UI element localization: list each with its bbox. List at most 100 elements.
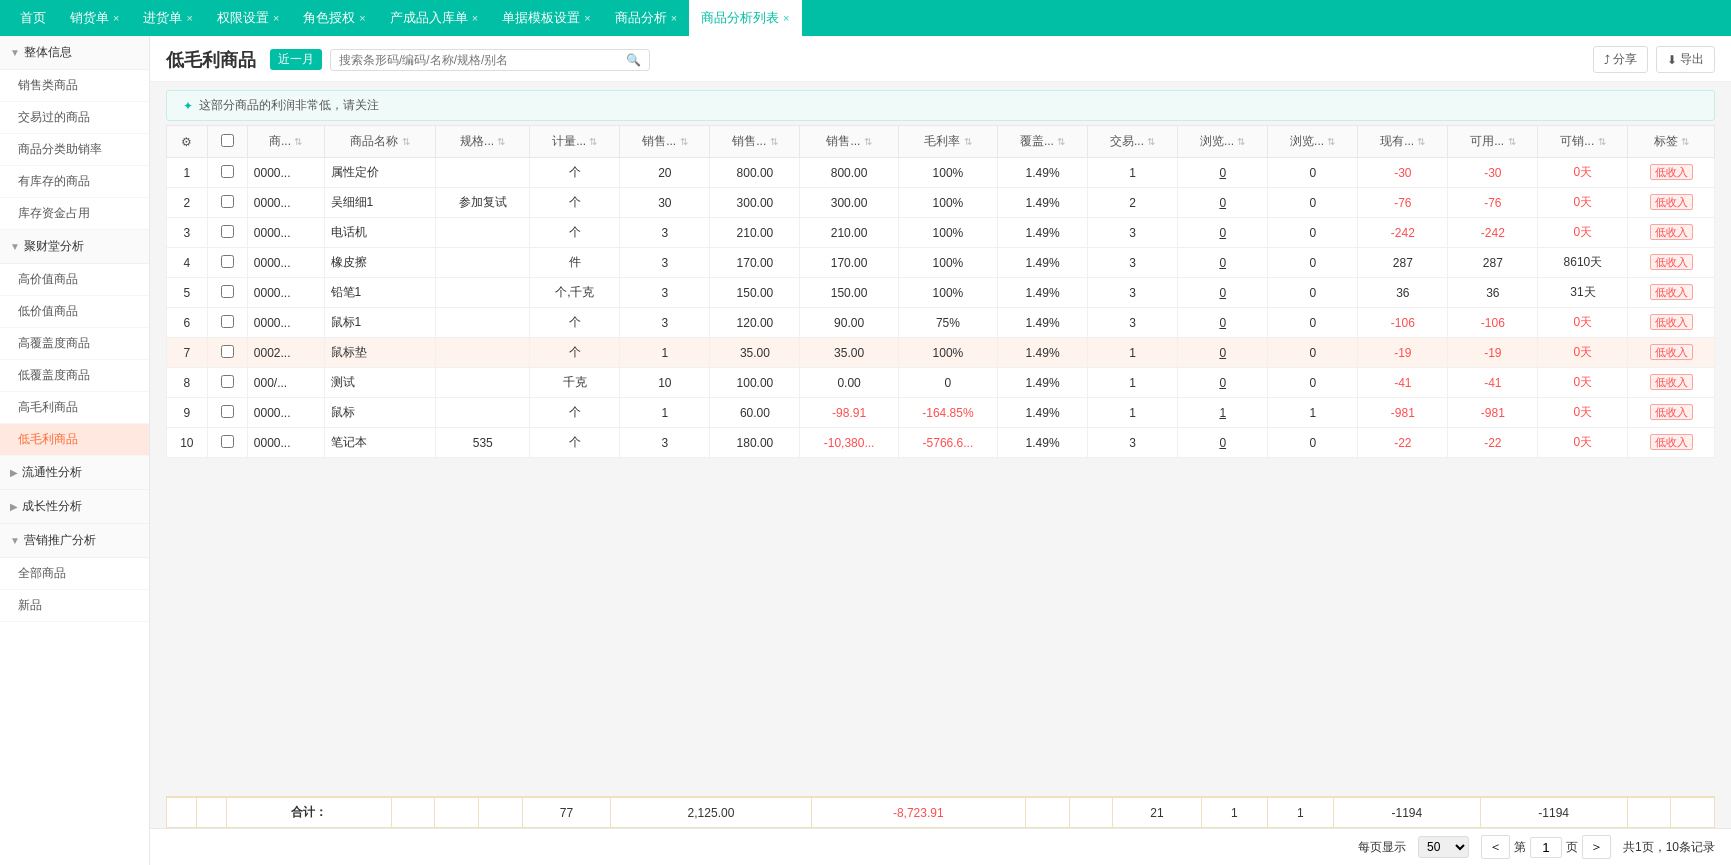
nav-purchase-close[interactable]: × — [186, 12, 192, 24]
row-select-checkbox[interactable] — [221, 285, 234, 298]
row-checkbox[interactable] — [207, 308, 247, 338]
nav-role[interactable]: 角色授权 × — [291, 0, 377, 36]
row-select-checkbox[interactable] — [221, 345, 234, 358]
sidebar-item-in-stock[interactable]: 有库存的商品 — [0, 166, 149, 198]
row-select-checkbox[interactable] — [221, 405, 234, 418]
row-select-checkbox[interactable] — [221, 435, 234, 448]
row-browse1[interactable]: 0 — [1178, 278, 1268, 308]
row-checkbox[interactable] — [207, 398, 247, 428]
row-checkbox[interactable] — [207, 278, 247, 308]
sidebar-item-low-margin[interactable]: 低毛利商品 — [0, 424, 149, 456]
nav-product-analysis-list[interactable]: 商品分析列表 × — [689, 0, 801, 36]
sidebar-group-jct[interactable]: ▼ 聚财堂分析 — [0, 230, 149, 264]
row-browse1[interactable]: 0 — [1178, 368, 1268, 398]
row-unit: 个 — [530, 308, 620, 338]
row-select-checkbox[interactable] — [221, 165, 234, 178]
row-checkbox[interactable] — [207, 338, 247, 368]
row-select-checkbox[interactable] — [221, 255, 234, 268]
row-sales-price: 210.00 — [710, 218, 800, 248]
search-input[interactable] — [339, 53, 622, 67]
col-coverage[interactable]: 覆盖... ⇅ — [998, 126, 1088, 158]
sidebar-item-high-coverage[interactable]: 高覆盖度商品 — [0, 328, 149, 360]
row-checkbox[interactable] — [207, 368, 247, 398]
col-tag[interactable]: 标签 ⇅ — [1628, 126, 1715, 158]
col-saleable[interactable]: 可销... ⇅ — [1538, 126, 1628, 158]
row-browse1[interactable]: 0 — [1178, 218, 1268, 248]
row-select-checkbox[interactable] — [221, 375, 234, 388]
nav-home[interactable]: 首页 — [8, 0, 58, 36]
nav-product-analysis-close[interactable]: × — [671, 12, 677, 24]
col-code[interactable]: 商... ⇅ — [247, 126, 324, 158]
row-browse1[interactable]: 1 — [1178, 398, 1268, 428]
per-page-select[interactable]: 50 100 200 — [1418, 836, 1469, 858]
sidebar-group-liquidity[interactable]: ▶ 流通性分析 — [0, 456, 149, 490]
nav-template-close[interactable]: × — [584, 12, 590, 24]
col-sales-amount[interactable]: 销售... ⇅ — [800, 126, 898, 158]
share-button[interactable]: ⤴ 分享 — [1593, 46, 1648, 73]
sidebar-item-traded-products[interactable]: 交易过的商品 — [0, 102, 149, 134]
nav-product-entry-close[interactable]: × — [472, 12, 478, 24]
row-browse1[interactable]: 0 — [1178, 158, 1268, 188]
row-select-checkbox[interactable] — [221, 195, 234, 208]
sidebar-item-low-coverage[interactable]: 低覆盖度商品 — [0, 360, 149, 392]
row-checkbox[interactable] — [207, 188, 247, 218]
nav-template[interactable]: 单据模板设置 × — [490, 0, 602, 36]
export-button[interactable]: ⬇ 导出 — [1656, 46, 1715, 73]
sidebar-group-overall[interactable]: ▼ 整体信息 — [0, 36, 149, 70]
page-number-input[interactable] — [1530, 837, 1562, 858]
row-select-checkbox[interactable] — [221, 225, 234, 238]
row-browse1[interactable]: 0 — [1178, 188, 1268, 218]
sidebar-item-all-products[interactable]: 全部商品 — [0, 558, 149, 590]
row-checkbox[interactable] — [207, 218, 247, 248]
col-gross-margin[interactable]: 毛利率 ⇅ — [898, 126, 997, 158]
col-sales-price[interactable]: 销售... ⇅ — [710, 126, 800, 158]
row-browse1[interactable]: 0 — [1178, 338, 1268, 368]
sidebar-group-marketing[interactable]: ▼ 营销推广分析 — [0, 524, 149, 558]
nav-permission[interactable]: 权限设置 × — [205, 0, 291, 36]
sidebar-item-sales-products[interactable]: 销售类商品 — [0, 70, 149, 102]
totals-sales-qty: 77 — [522, 797, 611, 828]
nav-sales-close[interactable]: × — [113, 12, 119, 24]
nav-role-close[interactable]: × — [359, 12, 365, 24]
next-page-button[interactable]: ＞ — [1582, 835, 1611, 859]
sidebar-group-growth[interactable]: ▶ 成长性分析 — [0, 490, 149, 524]
col-trade-count[interactable]: 交易... ⇅ — [1088, 126, 1178, 158]
nav-product-analysis-list-close[interactable]: × — [783, 12, 789, 24]
sidebar-item-capital-usage[interactable]: 库存资金占用 — [0, 198, 149, 230]
row-saleable: 31天 — [1538, 278, 1628, 308]
sidebar-item-category-rate[interactable]: 商品分类助销率 — [0, 134, 149, 166]
sidebar-item-high-margin[interactable]: 高毛利商品 — [0, 392, 149, 424]
row-browse1[interactable]: 0 — [1178, 248, 1268, 278]
select-all-checkbox[interactable] — [221, 134, 234, 147]
nav-purchase[interactable]: 进货单 × — [131, 0, 204, 36]
filter-last-month-button[interactable]: 近一月 — [270, 49, 322, 70]
sidebar-item-low-value[interactable]: 低价值商品 — [0, 296, 149, 328]
prev-page-button[interactable]: ＜ — [1481, 835, 1510, 859]
col-name[interactable]: 商品名称 ⇅ — [324, 126, 436, 158]
row-checkbox[interactable] — [207, 428, 247, 458]
nav-permission-close[interactable]: × — [273, 12, 279, 24]
col-sales-qty[interactable]: 销售... ⇅ — [620, 126, 710, 158]
sidebar-item-new-products[interactable]: 新品 — [0, 590, 149, 622]
col-browse2[interactable]: 浏览... ⇅ — [1268, 126, 1358, 158]
col-available[interactable]: 可用... ⇅ — [1448, 126, 1538, 158]
pagination-nav: ＜ 第 页 ＞ — [1481, 835, 1611, 859]
col-current-stock[interactable]: 现有... ⇅ — [1358, 126, 1448, 158]
row-browse1[interactable]: 0 — [1178, 308, 1268, 338]
col-checkbox[interactable] — [207, 126, 247, 158]
sidebar-item-high-value[interactable]: 高价值商品 — [0, 264, 149, 296]
row-browse1[interactable]: 0 — [1178, 428, 1268, 458]
export-icon: ⬇ — [1667, 53, 1677, 67]
nav-product-analysis[interactable]: 商品分析 × — [603, 0, 689, 36]
row-gross-margin: 100% — [898, 338, 997, 368]
row-select-checkbox[interactable] — [221, 315, 234, 328]
nav-sales[interactable]: 销货单 × — [58, 0, 131, 36]
col-spec[interactable]: 规格... ⇅ — [436, 126, 530, 158]
nav-product-entry[interactable]: 产成品入库单 × — [378, 0, 490, 36]
col-browse1[interactable]: 浏览... ⇅ — [1178, 126, 1268, 158]
row-checkbox[interactable] — [207, 248, 247, 278]
row-checkbox[interactable] — [207, 158, 247, 188]
col-settings[interactable]: ⚙ — [167, 126, 208, 158]
col-unit[interactable]: 计量... ⇅ — [530, 126, 620, 158]
page-suffix: 页 — [1566, 839, 1578, 856]
